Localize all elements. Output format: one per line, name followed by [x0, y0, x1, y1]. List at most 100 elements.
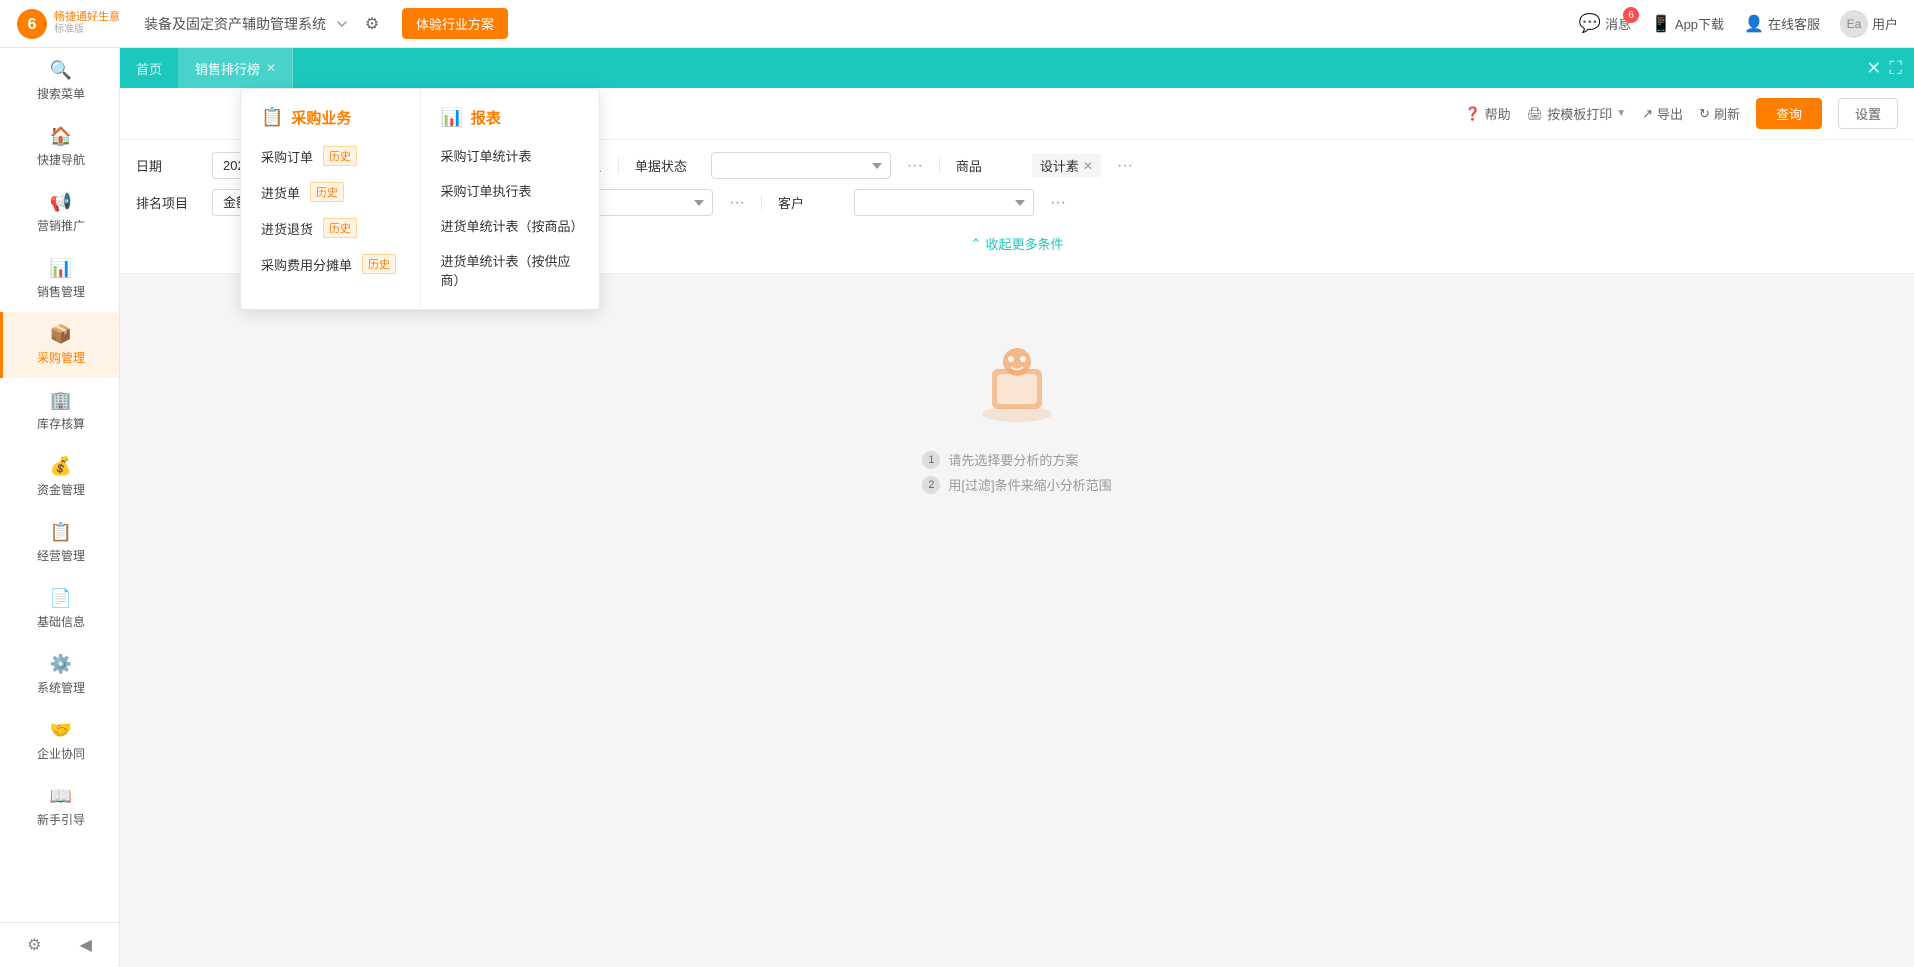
basic-info-icon: 📄	[50, 588, 72, 609]
tab-close-all-icon[interactable]: ✕	[1866, 58, 1881, 79]
customer-select[interactable]	[854, 189, 1034, 216]
dropdown-col-purchase: 📋 采购业务 采购订单 历史 进货单 历史 进货退货 历史 采购费用分摊单	[241, 89, 421, 309]
refresh-icon: ↻	[1699, 106, 1710, 122]
top-header: 6 畅捷通好生意 标准版 装备及固定资产辅助管理系统 ⚙ 体验行业方案 💬 消息…	[0, 0, 1914, 48]
empty-tip-2: 2 用[过滤]条件来缩小分析范围	[922, 475, 1111, 494]
print-dropdown-icon: ▼	[1616, 108, 1626, 119]
sidebar-collapse-btn[interactable]: ◀	[80, 935, 92, 955]
rank-item-label: 排名项目	[136, 193, 196, 212]
user-btn[interactable]: Ea 用户	[1840, 10, 1898, 38]
dropdown-item-purchase-order-stat[interactable]: 采购订单统计表	[421, 138, 600, 173]
industry-btn[interactable]: 体验行业方案	[402, 8, 508, 39]
print-btn[interactable]: 🖨 按模板打印 ▼	[1527, 104, 1626, 123]
dropdown-item-purchase-order[interactable]: 采购订单 历史	[241, 138, 420, 174]
sidebar-item-basic-info[interactable]: 📄 基础信息	[0, 576, 119, 642]
divider-2	[939, 158, 940, 174]
divider-4	[761, 195, 762, 211]
sidebar-item-newbie-guide[interactable]: 📖 新手引导	[0, 774, 119, 840]
help-btn[interactable]: ❓ 帮助	[1464, 104, 1510, 123]
empty-state: 1 请先选择要分析的方案 2 用[过滤]条件来缩小分析范围	[120, 274, 1914, 554]
system-dropdown-arrow[interactable]	[334, 16, 350, 32]
sidebar-item-finance[interactable]: 💰 资金管理	[0, 444, 119, 510]
salesperson-dots[interactable]: ···	[729, 194, 745, 212]
main-layout: 🔍 搜索菜单 🏠 快捷导航 📢 营销推广 📊 销售管理 📦 采购管理 🏢 库存核…	[0, 48, 1914, 967]
customer-label: 客户	[778, 193, 838, 212]
dropdown-item-stock-in[interactable]: 进货单 历史	[241, 174, 420, 210]
dropdown-col-report: 📊 报表 采购订单统计表 采购订单执行表 进货单统计表（按商品） 进货单统计表（…	[421, 89, 600, 309]
export-icon: ↗	[1642, 106, 1653, 122]
dropdown-item-purchase-expense[interactable]: 采购费用分摊单 历史	[241, 246, 420, 282]
settings-btn[interactable]: 设置	[1838, 98, 1898, 129]
sidebar-item-quick-nav[interactable]: 🏠 快捷导航	[0, 114, 119, 180]
tab-expand-icon[interactable]: ⛶	[1889, 58, 1902, 79]
sidebar-bottom: ⚙ ◀	[0, 922, 119, 967]
query-btn[interactable]: 查询	[1756, 98, 1822, 129]
sidebar-item-marketing[interactable]: 📢 营销推广	[0, 180, 119, 246]
system-title-text: 装备及固定资产辅助管理系统	[144, 14, 326, 34]
header-right: 💬 消息 6 📱 App下载 👤 在线客服 Ea 用户	[1579, 10, 1898, 38]
voucher-status-select[interactable]	[711, 152, 891, 179]
tab-sales-rank[interactable]: 销售排行榜 ✕	[179, 48, 293, 88]
tip-num-1: 1	[922, 451, 940, 469]
product-dots[interactable]: ···	[1117, 157, 1133, 175]
system-settings-icon[interactable]: ⚙	[358, 10, 386, 38]
tab-close-btn[interactable]: ✕	[266, 61, 276, 75]
divider-1	[618, 158, 619, 174]
dropdown-report-header: 📊 报表	[421, 101, 600, 138]
system-title-area: 装备及固定资产辅助管理系统 ⚙ 体验行业方案	[144, 8, 1579, 39]
system-mgmt-icon: ⚙️	[50, 654, 72, 675]
notifications-badge: 6	[1623, 7, 1639, 23]
sidebar-item-corp-collab[interactable]: 🤝 企业协同	[0, 708, 119, 774]
notifications-btn[interactable]: 💬 消息 6	[1579, 13, 1631, 34]
sidebar-settings-btn[interactable]: ⚙	[27, 935, 41, 955]
report-header-icon: 📊	[441, 107, 463, 128]
logo-text: 畅捷通好生意 标准版	[54, 11, 120, 36]
history-badge-stock-in: 历史	[310, 182, 344, 202]
quick-nav-icon: 🏠	[50, 126, 72, 147]
sidebar-item-sales-mgmt[interactable]: 📊 销售管理	[0, 246, 119, 312]
logo-area: 6 畅捷通好生意 标准版	[16, 8, 136, 40]
print-icon: 🖨	[1527, 106, 1544, 122]
online-service-btn[interactable]: 👤 在线客服	[1744, 14, 1820, 34]
dropdown-item-stock-in-stat-supplier[interactable]: 进货单统计表（按供应商）	[421, 243, 600, 297]
ops-mgmt-icon: 📋	[50, 522, 72, 543]
customer-dots[interactable]: ···	[1050, 194, 1066, 212]
product-tag-close[interactable]: ✕	[1083, 159, 1093, 173]
product-tag: 设计素 ✕	[1032, 154, 1101, 177]
empty-tip-1: 1 请先选择要分析的方案	[922, 450, 1111, 469]
voucher-status-label: 单据状态	[635, 156, 695, 175]
dropdown-item-purchase-order-exec[interactable]: 采购订单执行表	[421, 173, 600, 208]
purchase-dropdown-menu: 📋 采购业务 采购订单 历史 进货单 历史 进货退货 历史 采购费用分摊单	[240, 88, 600, 310]
empty-tips: 1 请先选择要分析的方案 2 用[过滤]条件来缩小分析范围	[922, 450, 1111, 494]
inventory-icon: 🏢	[50, 390, 72, 411]
marketing-icon: 📢	[50, 192, 72, 213]
sidebar-item-purchase-mgmt[interactable]: 📦 采购管理	[0, 312, 119, 378]
refresh-btn[interactable]: ↻ 刷新	[1699, 104, 1740, 123]
sidebar-item-search-menu[interactable]: 🔍 搜索菜单	[0, 48, 119, 114]
empty-illustration	[967, 334, 1067, 434]
tab-home[interactable]: 首页	[120, 48, 179, 88]
purchase-mgmt-icon: 📦	[50, 324, 72, 345]
collapse-icon: ⌃	[971, 236, 982, 252]
avatar: Ea	[1840, 10, 1868, 38]
sidebar-item-system-mgmt[interactable]: ⚙️ 系统管理	[0, 642, 119, 708]
content-area: 首页 销售排行榜 ✕ ✕ ⛶ ❓ 帮助 🖨 按模板打印	[120, 48, 1914, 967]
history-badge-stock-return: 历史	[323, 218, 357, 238]
sidebar-item-ops-mgmt[interactable]: 📋 经营管理	[0, 510, 119, 576]
export-btn[interactable]: ↗ 导出	[1642, 104, 1683, 123]
finance-icon: 💰	[50, 456, 72, 477]
tab-bar: 首页 销售排行榜 ✕ ✕ ⛶	[120, 48, 1914, 88]
sidebar-item-inventory[interactable]: 🏢 库存核算	[0, 378, 119, 444]
svg-text:6: 6	[28, 16, 37, 33]
search-menu-icon: 🔍	[50, 60, 72, 81]
dropdown-item-stock-return[interactable]: 进货退货 历史	[241, 210, 420, 246]
dropdown-item-stock-in-stat-product[interactable]: 进货单统计表（按商品）	[421, 208, 600, 243]
logo-icon: 6	[16, 8, 48, 40]
history-badge-purchase-order: 历史	[323, 146, 357, 166]
sales-mgmt-icon: 📊	[50, 258, 72, 279]
voucher-status-dots[interactable]: ···	[907, 157, 923, 175]
app-download-btn[interactable]: 📱 App下载	[1651, 14, 1724, 34]
voucher-status-select-wrapper	[711, 152, 891, 179]
help-icon: ❓	[1464, 106, 1480, 122]
newbie-guide-icon: 📖	[50, 786, 72, 807]
